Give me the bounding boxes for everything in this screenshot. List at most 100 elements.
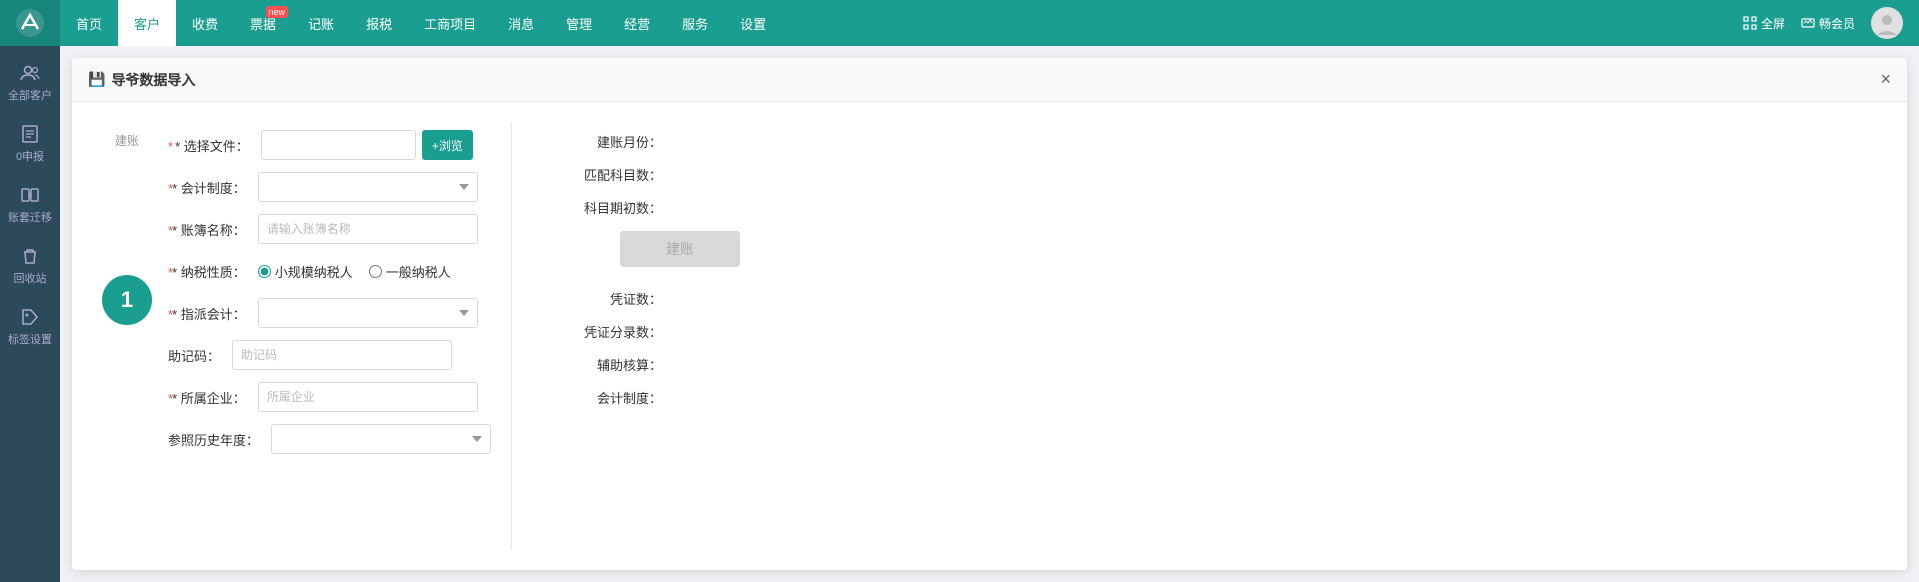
voucher-count-row: 凭证数： [572, 289, 812, 308]
build-label-left: 建账 [115, 132, 139, 149]
sidebar-label-trash: 回收站 [14, 270, 47, 286]
main-layout: 全部客户 0申报 账套迁移 回收站 标签设置 [0, 46, 1919, 582]
nav-item-home[interactable]: 首页 [60, 0, 118, 46]
aux-account-row: 辅助核算： [572, 355, 812, 374]
tax-type-row: ** 纳税性质： 小规模纳税人 一般纳税人 [168, 256, 491, 286]
file-input-group: +浏览 [261, 130, 473, 160]
tag-icon [19, 306, 41, 328]
sidebar-label-migrate: 账套迁移 [8, 209, 52, 225]
tax-general-label: 一般纳税人 [386, 262, 451, 281]
vip-btn[interactable]: 畅会员 [1801, 15, 1855, 32]
content-area: 💾 导爷数据导入 × 建账 1 ** 选择文件 [60, 46, 1919, 582]
accounting-system-label: ** 会计制度： [168, 178, 250, 197]
file-row: ** 选择文件： +浏览 [168, 130, 491, 160]
build-account-button[interactable]: 建账 [620, 231, 740, 267]
sidebar-item-0report[interactable]: 0申报 [0, 115, 60, 172]
vip-label: 畅会员 [1819, 15, 1855, 32]
sidebar-label-0report: 0申报 [16, 148, 44, 164]
nav-item-service[interactable]: 服务 [666, 0, 724, 46]
tax-general-option[interactable]: 一般纳税人 [369, 262, 451, 281]
tax-general-radio[interactable] [369, 265, 382, 278]
sidebar-item-tags[interactable]: 标签设置 [0, 298, 60, 355]
subjects-init-label: 科目期初数： [572, 198, 662, 217]
accounting-system-select[interactable] [258, 172, 478, 202]
history-year-row: 参照历史年度： [168, 424, 491, 454]
tax-type-label: ** 纳税性质： [168, 262, 250, 281]
tax-type-radio-group: 小规模纳税人 一般纳税人 [258, 256, 451, 286]
sidebar-item-trash[interactable]: 回收站 [0, 237, 60, 294]
dialog-title: 导爷数据导入 [111, 70, 195, 90]
voucher-entries-label: 凭证分录数： [572, 322, 662, 341]
dialog-header: 💾 导爷数据导入 [72, 58, 1907, 102]
browse-button[interactable]: +浏览 [422, 130, 473, 160]
accountant-row: ** 指派会计： [168, 298, 491, 328]
build-month-row: 建账月份： [572, 132, 812, 151]
tax-small-radio[interactable] [258, 265, 271, 278]
nav-item-operation[interactable]: 经营 [608, 0, 666, 46]
info-section: 建账月份： 匹配科目数： 科目期初数： 建账 凭证数： [532, 122, 812, 550]
fullscreen-label: 全屏 [1761, 15, 1785, 32]
import-icon: 💾 [88, 71, 105, 88]
nav-item-settings[interactable]: 设置 [724, 0, 782, 46]
file-input[interactable] [261, 130, 416, 160]
tax-small-option[interactable]: 小规模纳税人 [258, 262, 353, 281]
ledger-name-row: ** 账簿名称： [168, 214, 491, 244]
nav-badge-new: new [266, 6, 289, 18]
aux-account-label: 辅助核算： [572, 355, 662, 374]
report-icon [19, 123, 41, 145]
nav-item-manage[interactable]: 管理 [550, 0, 608, 46]
dialog-body: 建账 1 ** 选择文件： +浏览 [72, 102, 1907, 570]
sidebar-label-customers: 全部客户 [8, 87, 52, 103]
ledger-name-label: ** 账簿名称： [168, 220, 250, 239]
accountant-label: ** 指派会计： [168, 304, 250, 323]
memo-label: 助记码： [168, 346, 224, 365]
voucher-entries-row: 凭证分录数： [572, 322, 812, 341]
step-section: 建账 1 [102, 132, 152, 325]
fullscreen-btn[interactable]: 全屏 [1743, 15, 1785, 32]
dialog-close-btn[interactable]: × [1880, 70, 1891, 88]
file-label: ** 选择文件： [168, 136, 253, 155]
left-section: 建账 1 ** 选择文件： +浏览 [102, 122, 491, 550]
build-month-label: 建账月份： [572, 132, 662, 151]
info-accounting-system-row: 会计制度： [572, 388, 812, 407]
sidebar-label-tags: 标签设置 [8, 331, 52, 347]
memo-input[interactable] [232, 340, 452, 370]
top-nav: 首页 客户 收费 票据 new 记账 报税 工商项目 消息 管理 经营 服务 设… [0, 0, 1919, 46]
ledger-name-input[interactable] [258, 214, 478, 244]
history-year-select[interactable] [271, 424, 491, 454]
step-indicator: 1 [102, 275, 152, 325]
form-container: ** 选择文件： +浏览 ** 会计制度： [168, 122, 491, 454]
accounting-system-row: ** 会计制度： [168, 172, 491, 202]
migrate-icon [19, 184, 41, 206]
nav-item-message[interactable]: 消息 [492, 0, 550, 46]
nav-item-invoices[interactable]: 票据 new [234, 0, 292, 46]
sidebar: 全部客户 0申报 账套迁移 回收站 标签设置 [0, 46, 60, 582]
section-divider [511, 122, 512, 550]
nav-items: 首页 客户 收费 票据 new 记账 报税 工商项目 消息 管理 经营 服务 设… [60, 0, 1743, 46]
match-subjects-row: 匹配科目数： [572, 165, 812, 184]
logo[interactable] [0, 0, 60, 46]
sidebar-item-all-customers[interactable]: 全部客户 [0, 54, 60, 111]
nav-item-fees[interactable]: 收费 [176, 0, 234, 46]
memo-row: 助记码： [168, 340, 491, 370]
info-accounting-system-label: 会计制度： [572, 388, 662, 407]
dialog: 💾 导爷数据导入 × 建账 1 ** 选择文件 [72, 58, 1907, 570]
trash-icon [19, 245, 41, 267]
nav-item-business[interactable]: 工商项目 [408, 0, 492, 46]
tax-small-label: 小规模纳税人 [275, 262, 353, 281]
company-row: ** 所属企业： [168, 382, 491, 412]
nav-right: 全屏 畅会员 [1743, 7, 1903, 39]
match-subjects-label: 匹配科目数： [572, 165, 662, 184]
history-year-label: 参照历史年度： [168, 430, 263, 449]
voucher-count-label: 凭证数： [572, 289, 662, 308]
company-label: ** 所属企业： [168, 388, 250, 407]
nav-item-ledger[interactable]: 记账 [292, 0, 350, 46]
nav-item-tax[interactable]: 报税 [350, 0, 408, 46]
nav-item-customers[interactable]: 客户 [118, 0, 176, 46]
subjects-init-row: 科目期初数： [572, 198, 812, 217]
user-avatar[interactable] [1871, 7, 1903, 39]
sidebar-item-migrate[interactable]: 账套迁移 [0, 176, 60, 233]
users-icon [19, 62, 41, 84]
company-input[interactable] [258, 382, 478, 412]
accountant-select[interactable] [258, 298, 478, 328]
